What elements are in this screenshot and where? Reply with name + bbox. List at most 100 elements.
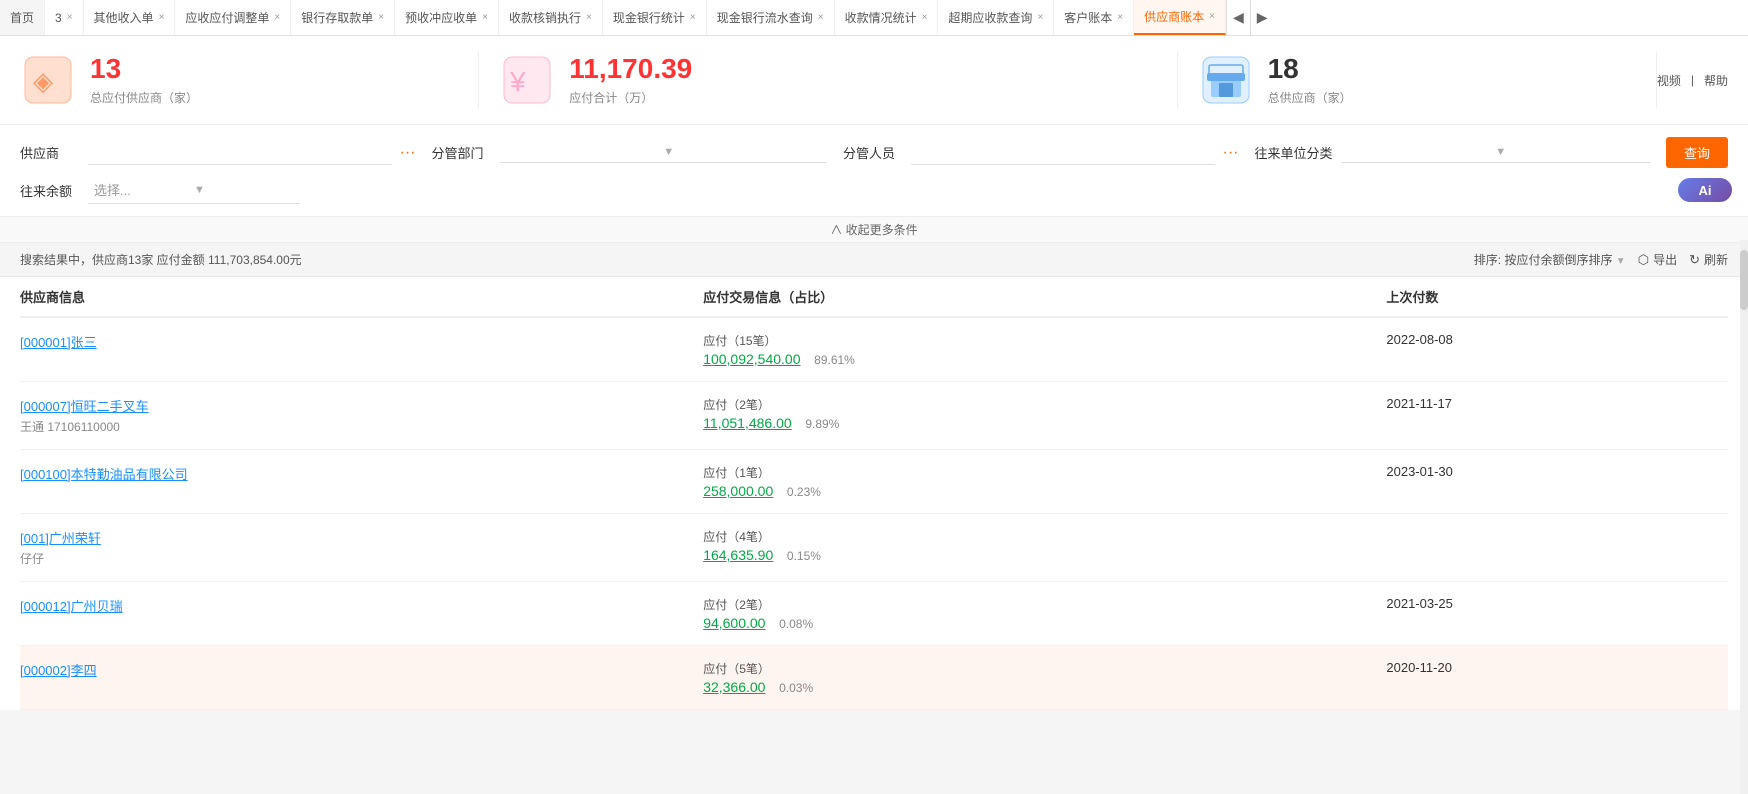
filter-area: 供应商 ··· 分管部门 ▼ 分管人员 ··· 往来单位分类 ▼ 查询 往来 xyxy=(0,125,1748,217)
nav-label: 应收应付调整单 xyxy=(185,9,269,26)
supplier-name-link[interactable]: [000007]恒旺二手叉车 xyxy=(20,396,703,415)
nav-label: 3 xyxy=(55,11,62,25)
balance-select[interactable]: 选择... ▼ xyxy=(88,176,300,204)
close-icon[interactable]: × xyxy=(690,12,696,23)
nav-prev-arrow[interactable]: ◀ xyxy=(1226,0,1250,35)
close-icon[interactable]: × xyxy=(1209,11,1215,22)
close-icon[interactable]: × xyxy=(586,12,592,23)
payable-info-cell: 应付（2笔） 94,600.00 0.08% xyxy=(703,596,1386,631)
svg-text:◈: ◈ xyxy=(33,66,53,96)
payable-amount[interactable]: 32,366.00 xyxy=(703,679,765,695)
filter-person: 分管人员 ··· xyxy=(843,141,1239,165)
person-input[interactable] xyxy=(911,141,1215,165)
nav-item-receipt-stat[interactable]: 收款情况统计 × xyxy=(835,0,939,35)
category-chevron-down-icon: ▼ xyxy=(1495,146,1644,158)
payable-label: 应付（15笔） xyxy=(703,332,1386,349)
supplier-dots-icon[interactable]: ··· xyxy=(400,144,416,162)
supplier-code: [000100]本特勤油品有限公司 xyxy=(20,467,188,482)
scrollbar-thumb[interactable] xyxy=(1740,250,1748,310)
ai-badge[interactable]: Ai xyxy=(1678,178,1732,202)
supplier-name-link[interactable]: [000012]广州贝瑞 xyxy=(20,596,703,615)
supplier-sub: 王通 17106110000 xyxy=(20,418,703,435)
filter-balance: 往来余额 选择... ▼ xyxy=(20,176,300,204)
header-actions: 视频 | 帮助 xyxy=(1657,72,1728,89)
nav-label: 首页 xyxy=(10,9,34,26)
supplier-name-link[interactable]: [000100]本特勤油品有限公司 xyxy=(20,464,703,483)
close-icon[interactable]: × xyxy=(378,12,384,23)
result-text: 搜索结果中，供应商13家 应付金额 111,703,854.00元 xyxy=(20,251,302,268)
filter-category: 往来单位分类 ▼ xyxy=(1255,142,1651,163)
stat-label-total-suppliers: 总供应商（家） xyxy=(1268,89,1352,106)
payable-amount[interactable]: 164,635.90 xyxy=(703,547,773,563)
close-icon[interactable]: × xyxy=(274,12,280,23)
payable-label: 应付（2笔） xyxy=(703,396,1386,413)
close-icon[interactable]: × xyxy=(67,12,73,23)
payable-amount[interactable]: 258,000.00 xyxy=(703,483,773,499)
stat-number-payable-suppliers: 13 xyxy=(90,54,198,85)
nav-label: 现金银行统计 xyxy=(613,9,685,26)
stat-info-payable: 13 总应付供应商（家） xyxy=(90,54,198,106)
stat-block-total-suppliers: 18 总供应商（家） xyxy=(1178,52,1657,108)
category-label: 往来单位分类 xyxy=(1255,143,1333,162)
close-icon[interactable]: × xyxy=(482,12,488,23)
table-header: 供应商信息 应付交易信息（占比） 上次付数 xyxy=(20,277,1728,318)
nav-item-cash-bank[interactable]: 现金银行统计 × xyxy=(603,0,707,35)
table-row: [000007]恒旺二手叉车 王通 17106110000 应付（2笔） 11,… xyxy=(20,382,1728,450)
export-button[interactable]: ⬡ 导出 xyxy=(1638,251,1677,268)
close-icon[interactable]: × xyxy=(159,12,165,23)
refresh-button[interactable]: ↻ 刷新 xyxy=(1689,251,1728,268)
nav-label: 预收冲应收单 xyxy=(405,9,477,26)
nav-item-overdue[interactable]: 超期应收款查询 × xyxy=(938,0,1054,35)
refresh-icon: ↻ xyxy=(1689,252,1700,268)
stat-icon-supplier: ◈ xyxy=(20,52,76,108)
nav-item-other-income[interactable]: 其他收入单 × xyxy=(84,0,176,35)
nav-item-advance[interactable]: 预收冲应收单 × xyxy=(395,0,499,35)
nav-item-supplier-account[interactable]: 供应商账本 × xyxy=(1134,0,1226,35)
nav-next-arrow[interactable]: ▶ xyxy=(1250,0,1274,35)
balance-chevron-down-icon: ▼ xyxy=(194,184,294,196)
sort-value[interactable]: 按应付余额倒序排序 xyxy=(1504,253,1612,267)
stat-number-total-suppliers: 18 xyxy=(1268,54,1352,85)
person-dots-icon[interactable]: ··· xyxy=(1223,144,1239,162)
nav-item-home[interactable]: 首页 xyxy=(0,0,45,35)
supplier-name-link[interactable]: [001]广州荣轩 xyxy=(20,528,703,547)
close-icon[interactable]: × xyxy=(818,12,824,23)
stat-label-payable-suppliers: 总应付供应商（家） xyxy=(90,89,198,106)
nav-item-adjustment[interactable]: 应收应付调整单 × xyxy=(175,0,291,35)
video-link[interactable]: 视频 xyxy=(1657,72,1681,89)
close-icon[interactable]: × xyxy=(1037,12,1043,23)
close-icon[interactable]: × xyxy=(922,12,928,23)
stat-icon-amount: ¥ xyxy=(499,52,555,108)
query-button[interactable]: 查询 xyxy=(1666,137,1728,168)
sort-chevron-down-icon: ▼ xyxy=(1616,256,1626,267)
payable-pct: 89.61% xyxy=(814,353,855,367)
payable-amount[interactable]: 100,092,540.00 xyxy=(703,351,800,367)
supplier-code: [001]广州荣轩 xyxy=(20,531,101,546)
supplier-info-cell: [000007]恒旺二手叉车 王通 17106110000 xyxy=(20,396,703,435)
dept-select[interactable]: ▼ xyxy=(500,142,828,163)
supplier-name-link[interactable]: [000002]李四 xyxy=(20,660,703,679)
last-pay-cell: 2021-11-17 xyxy=(1386,396,1728,411)
result-actions: 排序: 按应付余额倒序排序 ▼ ⬡ 导出 ↻ 刷新 xyxy=(1474,251,1728,268)
payable-info-cell: 应付（5笔） 32,366.00 0.03% xyxy=(703,660,1386,695)
close-icon[interactable]: × xyxy=(1117,12,1123,23)
supplier-name-link[interactable]: [000001]张三 xyxy=(20,332,703,351)
nav-item-cash-flow[interactable]: 现金银行流水查询 × xyxy=(707,0,835,35)
payable-amount[interactable]: 94,600.00 xyxy=(703,615,765,631)
category-select[interactable]: ▼ xyxy=(1341,142,1650,163)
table-row: [000002]李四 应付（5笔） 32,366.00 0.03% 2020-1… xyxy=(20,646,1728,710)
nav-item-3[interactable]: 3 × xyxy=(45,0,84,35)
stat-info-amount: 11,170.39 应付合计（万） xyxy=(569,54,692,106)
nav-item-collection[interactable]: 收款核销执行 × xyxy=(499,0,603,35)
payable-amount[interactable]: 11,051,486.00 xyxy=(703,415,792,431)
export-label: 导出 xyxy=(1653,251,1677,268)
nav-label: 现金银行流水查询 xyxy=(717,9,813,26)
supplier-input[interactable] xyxy=(88,141,392,165)
help-link[interactable]: 帮助 xyxy=(1704,72,1728,89)
nav-item-customer-account[interactable]: 客户账本 × xyxy=(1054,0,1134,35)
nav-item-bank-deposit[interactable]: 银行存取款单 × xyxy=(291,0,395,35)
collapse-bar[interactable]: ∧ 收起更多条件 xyxy=(0,217,1748,243)
payable-info-cell: 应付（1笔） 258,000.00 0.23% xyxy=(703,464,1386,499)
payable-pct: 0.03% xyxy=(779,681,813,695)
payable-pct: 0.08% xyxy=(779,617,813,631)
